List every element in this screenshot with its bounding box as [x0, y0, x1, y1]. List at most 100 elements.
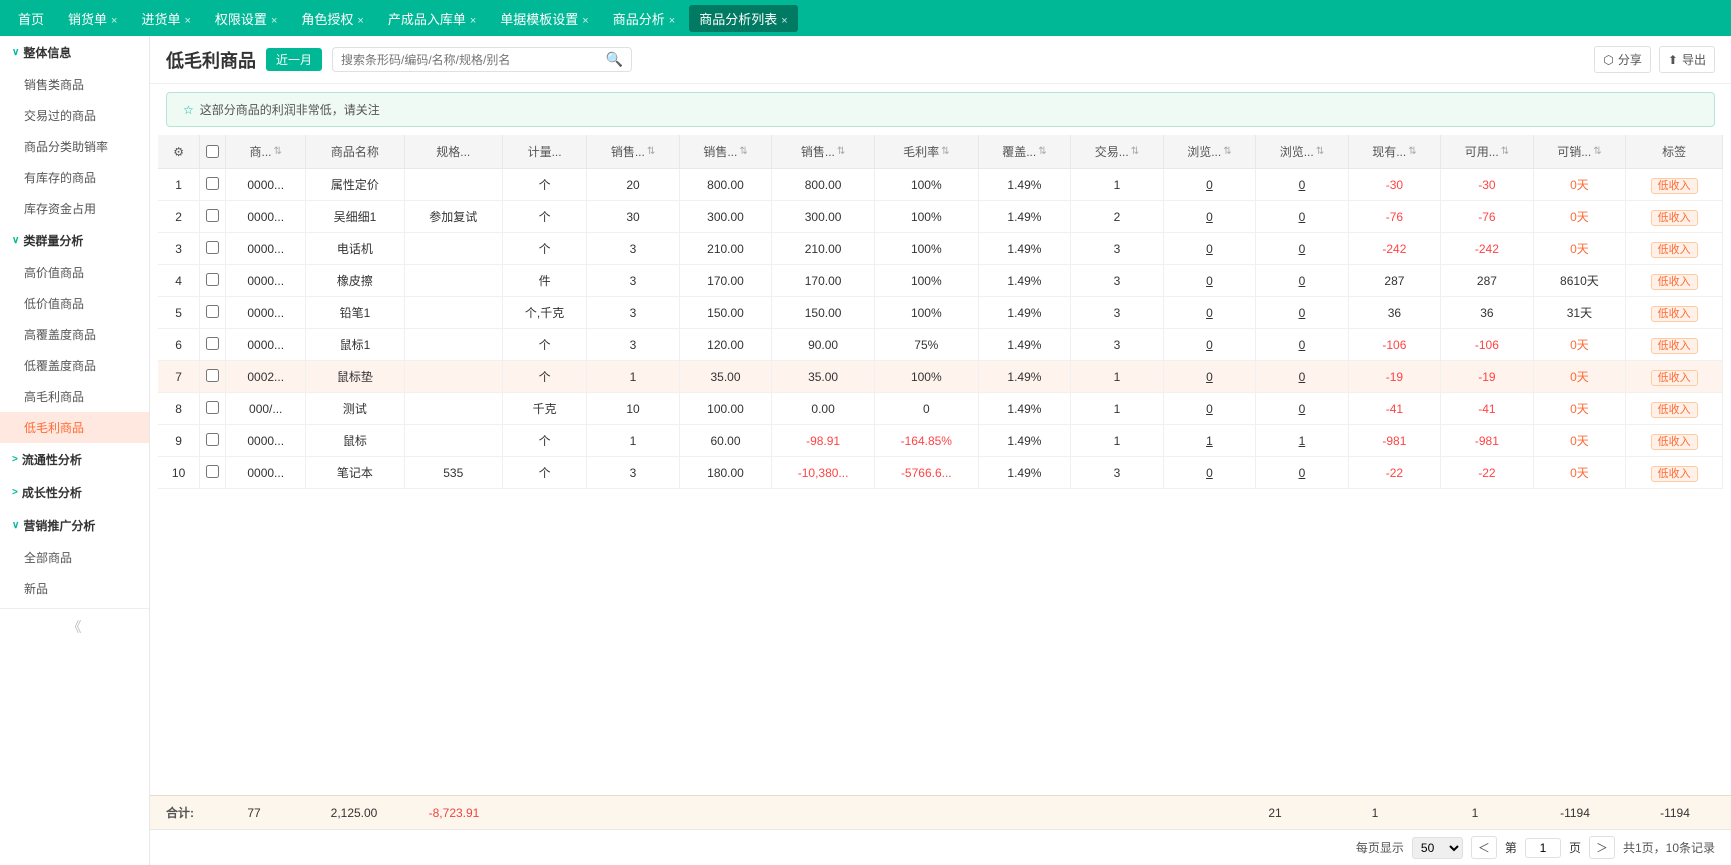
row-checkbox[interactable] — [206, 401, 219, 414]
nav-item-销货单[interactable]: 销货单× — [58, 5, 127, 32]
cell-browse2[interactable]: 0 — [1256, 393, 1349, 425]
sort-icon-sales_qty[interactable]: ⇅ — [647, 146, 655, 157]
select-all-checkbox[interactable] — [206, 145, 219, 158]
sort-icon-browse1[interactable]: ⇅ — [1223, 146, 1231, 157]
nav-item-首页[interactable]: 首页 — [8, 5, 54, 32]
sidebar-item-低价值商品[interactable]: 低价值商品 — [0, 288, 149, 319]
cell-browse2[interactable]: 0 — [1256, 169, 1349, 201]
tag-badge[interactable]: 低收入 — [1651, 338, 1698, 354]
sort-icon-browse2[interactable]: ⇅ — [1316, 146, 1324, 157]
sidebar-item-新品[interactable]: 新品 — [0, 573, 149, 604]
search-icon[interactable]: 🔍 — [606, 51, 623, 68]
sort-icon-code[interactable]: ⇅ — [274, 146, 282, 157]
share-button[interactable]: ⬡ 分享 — [1594, 46, 1651, 73]
nav-close-icon[interactable]: × — [357, 15, 363, 27]
nav-item-产成品入库单[interactable]: 产成品入库单× — [378, 5, 486, 32]
cell-browse1[interactable]: 1 — [1163, 425, 1256, 457]
row-checkbox[interactable] — [206, 241, 219, 254]
cell-browse1[interactable]: 0 — [1163, 201, 1256, 233]
nav-item-角色授权[interactable]: 角色授权× — [291, 5, 373, 32]
cell-browse1[interactable]: 0 — [1163, 265, 1256, 297]
sidebar-group-流通性分析[interactable]: >流通性分析 — [0, 443, 149, 476]
tag-badge[interactable]: 低收入 — [1651, 178, 1698, 194]
sort-icon-trade_cnt[interactable]: ⇅ — [1131, 146, 1139, 157]
nav-item-进货单[interactable]: 进货单× — [131, 5, 200, 32]
page-input[interactable] — [1525, 838, 1561, 858]
cell-browse2[interactable]: 0 — [1256, 265, 1349, 297]
sidebar-item-低毛利商品[interactable]: 低毛利商品 — [0, 412, 149, 443]
cell-browse1[interactable]: 0 — [1163, 457, 1256, 489]
sort-icon-sales_price[interactable]: ⇅ — [739, 146, 747, 157]
row-checkbox[interactable] — [206, 209, 219, 222]
settings-icon[interactable]: ⚙ — [173, 145, 184, 159]
sidebar-item-全部商品[interactable]: 全部商品 — [0, 542, 149, 573]
row-checkbox[interactable] — [206, 465, 219, 478]
next-page-button[interactable]: ＞ — [1589, 836, 1615, 859]
cell-browse1[interactable]: 0 — [1163, 329, 1256, 361]
nav-close-icon[interactable]: × — [781, 15, 787, 27]
sort-icon-sales_amount[interactable]: ⇅ — [837, 146, 845, 157]
sidebar-group-整体信息[interactable]: ∨整体信息 — [0, 36, 149, 69]
row-checkbox[interactable] — [206, 337, 219, 350]
sidebar-group-类群量分析[interactable]: ∨类群量分析 — [0, 224, 149, 257]
tag-badge[interactable]: 低收入 — [1651, 370, 1698, 386]
nav-item-商品分析列表[interactable]: 商品分析列表× — [689, 5, 797, 32]
nav-item-商品分析[interactable]: 商品分析× — [603, 5, 685, 32]
sidebar-item-交易过的商品[interactable]: 交易过的商品 — [0, 100, 149, 131]
sidebar-item-有库存的商品[interactable]: 有库存的商品 — [0, 162, 149, 193]
sort-icon-available[interactable]: ⇅ — [1501, 146, 1509, 157]
date-filter-button[interactable]: 近一月 — [266, 48, 322, 71]
nav-close-icon[interactable]: × — [470, 15, 476, 27]
sort-icon-gross_margin[interactable]: ⇅ — [941, 146, 949, 157]
cell-browse2[interactable]: 0 — [1256, 329, 1349, 361]
cell-browse1[interactable]: 0 — [1163, 233, 1256, 265]
search-input[interactable] — [341, 53, 606, 67]
cell-browse1[interactable]: 0 — [1163, 393, 1256, 425]
cell-browse2[interactable]: 1 — [1256, 425, 1349, 457]
row-checkbox[interactable] — [206, 273, 219, 286]
row-checkbox[interactable] — [206, 369, 219, 382]
row-checkbox[interactable] — [206, 177, 219, 190]
sidebar-item-低覆盖度商品[interactable]: 低覆盖度商品 — [0, 350, 149, 381]
sidebar-item-销售类商品[interactable]: 销售类商品 — [0, 69, 149, 100]
tag-badge[interactable]: 低收入 — [1651, 402, 1698, 418]
cell-browse1[interactable]: 0 — [1163, 361, 1256, 393]
cell-browse2[interactable]: 0 — [1256, 361, 1349, 393]
sidebar-collapse-button[interactable]: 《 — [0, 608, 149, 645]
nav-item-权限设置[interactable]: 权限设置× — [205, 5, 287, 32]
tag-badge[interactable]: 低收入 — [1651, 274, 1698, 290]
nav-close-icon[interactable]: × — [669, 15, 675, 27]
sidebar-group-营销推广分析[interactable]: ∨营销推广分析 — [0, 509, 149, 542]
table-container[interactable]: ⚙商... ⇅商品名称规格...计量...销售... ⇅销售... ⇅销售...… — [150, 135, 1731, 795]
cell-browse2[interactable]: 0 — [1256, 201, 1349, 233]
export-button[interactable]: ⬆ 导出 — [1659, 46, 1715, 73]
cell-browse1[interactable]: 0 — [1163, 169, 1256, 201]
row-checkbox[interactable] — [206, 433, 219, 446]
cell-browse1[interactable]: 0 — [1163, 297, 1256, 329]
prev-page-button[interactable]: ＜ — [1471, 836, 1497, 859]
tag-badge[interactable]: 低收入 — [1651, 306, 1698, 322]
sidebar-group-成长性分析[interactable]: >成长性分析 — [0, 476, 149, 509]
sort-icon-current_stock[interactable]: ⇅ — [1408, 146, 1416, 157]
tag-badge[interactable]: 低收入 — [1651, 210, 1698, 226]
sort-icon-coverage[interactable]: ⇅ — [1038, 146, 1046, 157]
per-page-select[interactable]: 50 100 200 — [1412, 837, 1463, 859]
cell-browse2[interactable]: 0 — [1256, 297, 1349, 329]
row-checkbox[interactable] — [206, 305, 219, 318]
tag-badge[interactable]: 低收入 — [1651, 242, 1698, 258]
nav-close-icon[interactable]: × — [111, 15, 117, 27]
tag-badge[interactable]: 低收入 — [1651, 434, 1698, 450]
nav-item-单据模板设置[interactable]: 单据模板设置× — [490, 5, 598, 32]
nav-close-icon[interactable]: × — [184, 15, 190, 27]
cell-browse2[interactable]: 0 — [1256, 233, 1349, 265]
sidebar-item-库存资金占用[interactable]: 库存资金占用 — [0, 193, 149, 224]
cell-browse2[interactable]: 0 — [1256, 457, 1349, 489]
sidebar-item-高覆盖度商品[interactable]: 高覆盖度商品 — [0, 319, 149, 350]
sidebar-item-高毛利商品[interactable]: 高毛利商品 — [0, 381, 149, 412]
sort-icon-sellable[interactable]: ⇅ — [1593, 146, 1601, 157]
sidebar-item-高价值商品[interactable]: 高价值商品 — [0, 257, 149, 288]
nav-close-icon[interactable]: × — [582, 15, 588, 27]
tag-badge[interactable]: 低收入 — [1651, 466, 1698, 482]
nav-close-icon[interactable]: × — [271, 15, 277, 27]
sidebar-item-商品分类助销率[interactable]: 商品分类助销率 — [0, 131, 149, 162]
